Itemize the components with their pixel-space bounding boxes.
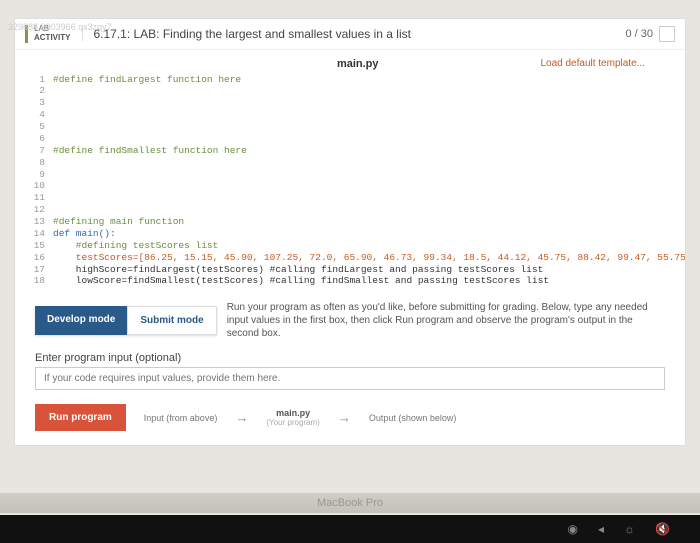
back-icon: ◂	[598, 522, 604, 536]
mainpy-label: main.py	[266, 408, 320, 418]
mute-icon: 🔇	[655, 522, 670, 536]
arrow-icon: →	[338, 410, 351, 425]
score: 0 / 30	[625, 26, 675, 42]
score-text: 0 / 30	[625, 28, 653, 40]
header: LAB ACTIVITY 6.17.1: LAB: Finding the la…	[15, 19, 685, 50]
program-input[interactable]	[35, 367, 665, 390]
mode-row: Develop mode Submit mode Run your progra…	[15, 293, 685, 348]
lab-label-bottom: ACTIVITY	[34, 34, 70, 43]
code-editor[interactable]: 1#define findLargest function here234567…	[15, 72, 685, 294]
program-col: main.py (Your program)	[266, 408, 320, 427]
arrow-icon: →	[235, 410, 248, 425]
filename: main.py	[217, 58, 379, 70]
input-label: Enter program input (optional)	[35, 352, 665, 364]
dock: ◉ ◂ ☼ 🔇	[0, 515, 700, 543]
input-from-above-label: Input (from above)	[144, 413, 218, 423]
output-label: Output (shown below)	[369, 413, 457, 423]
mode-description: Run your program as often as you'd like,…	[227, 301, 665, 340]
watermark: 329888 2003966 qx3zqy7	[8, 22, 112, 32]
develop-mode-button[interactable]: Develop mode	[35, 306, 127, 335]
input-section: Enter program input (optional)	[15, 348, 685, 398]
submit-mode-button[interactable]: Submit mode	[127, 306, 216, 335]
mode-buttons: Develop mode Submit mode	[35, 306, 217, 335]
score-box-icon	[659, 26, 675, 42]
macbook-label: MacBook Pro	[0, 493, 700, 513]
page-title: 6.17.1: LAB: Finding the largest and sma…	[82, 27, 411, 41]
file-bar: main.py Load default template...	[15, 50, 685, 72]
camera-icon: ◉	[568, 522, 578, 536]
brightness-icon: ☼	[624, 522, 635, 536]
run-program-button[interactable]: Run program	[35, 404, 126, 431]
load-template-link[interactable]: Load default template...	[540, 58, 645, 70]
run-row: Run program Input (from above) → main.py…	[15, 398, 685, 437]
your-program-label: (Your program)	[266, 418, 320, 427]
lab-card: LAB ACTIVITY 6.17.1: LAB: Finding the la…	[14, 18, 686, 446]
